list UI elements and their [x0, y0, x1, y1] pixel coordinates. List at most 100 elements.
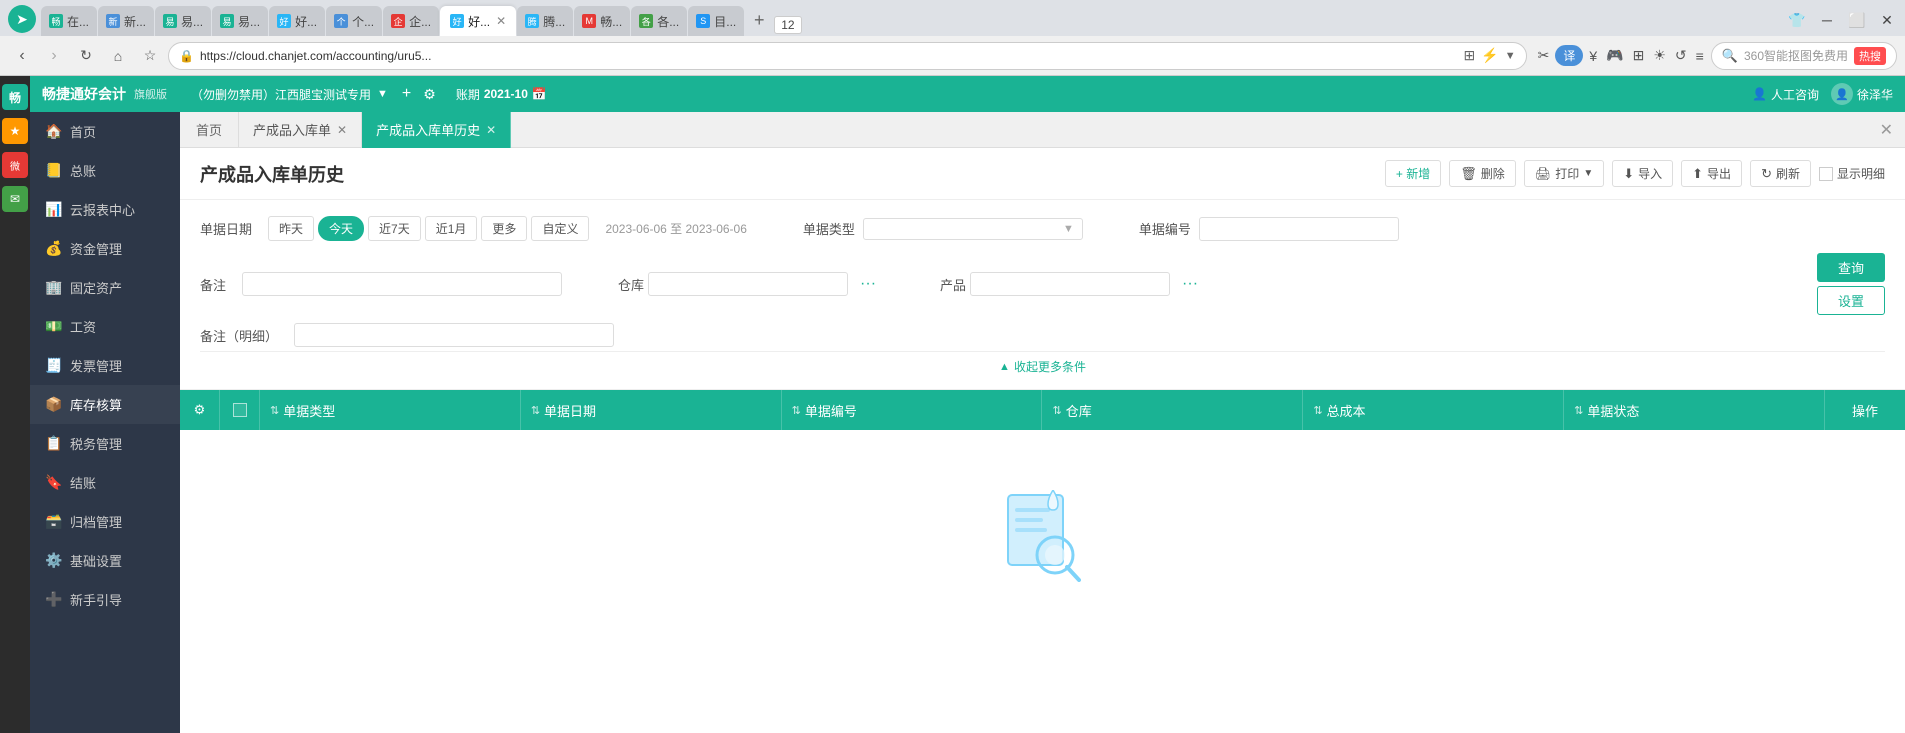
game-icon[interactable]: 🎮 [1603, 44, 1626, 67]
sidebar-item-report[interactable]: 📊 云报表中心 [30, 190, 180, 229]
back-button[interactable]: ‹ [8, 42, 36, 70]
col-status[interactable]: ⇅ 单据状态 [1564, 390, 1825, 430]
col-gear[interactable]: ⚙ [180, 390, 220, 430]
calendar-icon[interactable]: 📅 [532, 87, 547, 101]
user-service-button[interactable]: 👤 人工咨询 [1752, 86, 1819, 103]
refresh-browser-button[interactable]: ↻ [72, 42, 100, 70]
hot-search-badge[interactable]: 热搜 [1854, 47, 1886, 65]
app-icon-star[interactable]: ★ [2, 118, 28, 144]
type-select[interactable]: ▼ [863, 218, 1083, 240]
tab-8-close[interactable]: ✕ [496, 14, 506, 28]
tab-3[interactable]: 易 易... [155, 6, 211, 36]
refresh-button[interactable]: ↻ 刷新 [1750, 160, 1811, 187]
apps-icon[interactable]: ⊞ [1630, 44, 1648, 67]
col-cost[interactable]: ⇅ 总成本 [1303, 390, 1564, 430]
warehouse-filter-input[interactable] [648, 272, 848, 296]
col-check[interactable] [220, 390, 260, 430]
breadcrumb-tab2-close[interactable]: ✕ [486, 123, 496, 137]
note-detail-filter-input[interactable] [294, 323, 614, 347]
print-dropdown-icon[interactable]: ▼ [1583, 168, 1593, 179]
company-dropdown-icon[interactable]: ▼ [377, 88, 388, 100]
settings-query-button[interactable]: 设置 [1817, 286, 1885, 315]
delete-button[interactable]: 🗑 删除 [1449, 160, 1516, 187]
grid-icon[interactable]: ⊞ [1464, 47, 1476, 64]
history-icon[interactable]: ↺ [1672, 44, 1690, 67]
date-btn-7days[interactable]: 近7天 [368, 216, 421, 241]
sidebar-item-settings[interactable]: ⚙️ 基础设置 [30, 541, 180, 580]
note-filter-input[interactable] [242, 272, 562, 296]
select-all-checkbox[interactable] [233, 403, 247, 417]
shirt-icon[interactable]: 👕 [1783, 6, 1811, 34]
page-close-x[interactable]: ✕ [1868, 120, 1905, 140]
tab-4[interactable]: 易 易... [212, 6, 268, 36]
show-cols-checkbox[interactable] [1819, 167, 1833, 181]
print-button[interactable]: 🖨 打印 ▼ [1524, 160, 1604, 187]
col-number[interactable]: ⇅ 单据编号 [782, 390, 1043, 430]
breadcrumb-tab-history[interactable]: 产成品入库单历史 ✕ [362, 112, 511, 148]
tab-11[interactable]: 各 各... [631, 6, 687, 36]
home-browser-button[interactable]: ⌂ [104, 42, 132, 70]
close-window-button[interactable]: ✕ [1873, 6, 1901, 34]
add-company-button[interactable]: + [402, 85, 411, 103]
product-more-icon[interactable]: ··· [1174, 275, 1206, 293]
add-button[interactable]: + 新增 [1385, 160, 1441, 187]
minimize-button[interactable]: ─ [1813, 6, 1841, 34]
dropdown-arrow-icon[interactable]: ▼ [1505, 50, 1516, 62]
forward-button[interactable]: › [40, 42, 68, 70]
bookmark-button[interactable]: ☆ [136, 42, 164, 70]
breadcrumb-tab1-close[interactable]: ✕ [337, 123, 347, 137]
tab-7[interactable]: 企 企... [383, 6, 439, 36]
sidebar-item-inventory[interactable]: 📦 库存核算 [30, 385, 180, 424]
tab-5[interactable]: 好 好... [269, 6, 325, 36]
tab-12[interactable]: S 目... [688, 6, 744, 36]
translate-button[interactable]: 译 [1555, 45, 1583, 66]
scissors-icon[interactable]: ✂ [1535, 44, 1553, 67]
tab-8-active[interactable]: 好 好... ✕ [440, 6, 516, 36]
sidebar-item-ledger[interactable]: 📒 总账 [30, 151, 180, 190]
tab-add-button[interactable]: + [745, 6, 773, 34]
theme-icon[interactable]: ☀ [1650, 44, 1669, 67]
date-btn-more[interactable]: 更多 [481, 216, 527, 241]
tab-9[interactable]: 腾 腾... [517, 6, 573, 36]
col-type[interactable]: ⇅ 单据类型 [260, 390, 521, 430]
sidebar-item-archive[interactable]: 🗃️ 归档管理 [30, 502, 180, 541]
search-box-360[interactable]: 🔍 360智能抠图免费用 热搜 [1711, 42, 1897, 70]
number-filter-input[interactable] [1199, 217, 1399, 241]
menu-icon[interactable]: ≡ [1693, 45, 1707, 67]
sidebar-item-checkout[interactable]: 🔖 结账 [30, 463, 180, 502]
app-icon-email[interactable]: ✉ [2, 186, 28, 212]
sidebar-item-tax[interactable]: 📋 税务管理 [30, 424, 180, 463]
url-bar[interactable]: 🔒 https://cloud.chanjet.com/accounting/u… [168, 42, 1527, 70]
app-icon-chanjet[interactable]: 畅 [2, 84, 28, 110]
collapse-filters-button[interactable]: ▲ 收起更多条件 [200, 351, 1885, 381]
date-btn-1month[interactable]: 近1月 [425, 216, 478, 241]
product-filter-input[interactable] [970, 272, 1170, 296]
sidebar-item-payroll[interactable]: 💵 工资 [30, 307, 180, 346]
tab-6[interactable]: 个 个... [326, 6, 382, 36]
sidebar-item-more[interactable]: ➕ 新手引导 [30, 580, 180, 619]
sidebar-item-funds[interactable]: 💰 资金管理 [30, 229, 180, 268]
user-avatar[interactable]: 👤 徐泽华 [1831, 83, 1893, 105]
tab-2[interactable]: 新 新... [98, 6, 154, 36]
breadcrumb-tab-list[interactable]: 产成品入库单 ✕ [238, 112, 362, 148]
breadcrumb-home[interactable]: 首页 [180, 120, 238, 139]
table-gear-icon[interactable]: ⚙ [194, 402, 206, 418]
query-button[interactable]: 查询 [1817, 253, 1885, 282]
yuan-icon[interactable]: ¥ [1586, 45, 1600, 67]
export-button[interactable]: ⬆ 导出 [1681, 160, 1742, 187]
restore-button[interactable]: ⬜ [1843, 6, 1871, 34]
date-btn-yesterday[interactable]: 昨天 [268, 216, 314, 241]
col-warehouse[interactable]: ⇅ 仓库 [1042, 390, 1303, 430]
settings-gear-icon[interactable]: ⚙ [423, 86, 436, 103]
sidebar-item-assets[interactable]: 🏢 固定资产 [30, 268, 180, 307]
date-btn-today[interactable]: 今天 [318, 216, 364, 241]
import-button[interactable]: ⬇ 导入 [1612, 160, 1673, 187]
sidebar-item-invoice[interactable]: 🧾 发票管理 [30, 346, 180, 385]
tab-1[interactable]: 畅 在... [41, 6, 97, 36]
sidebar-item-home[interactable]: 🏠 首页 [30, 112, 180, 151]
tab-10[interactable]: M 畅... [574, 6, 630, 36]
lightning-icon[interactable]: ⚡ [1481, 47, 1498, 64]
date-btn-custom[interactable]: 自定义 [531, 216, 589, 241]
app-icon-weibo[interactable]: 微 [2, 152, 28, 178]
warehouse-more-icon[interactable]: ··· [852, 275, 884, 293]
